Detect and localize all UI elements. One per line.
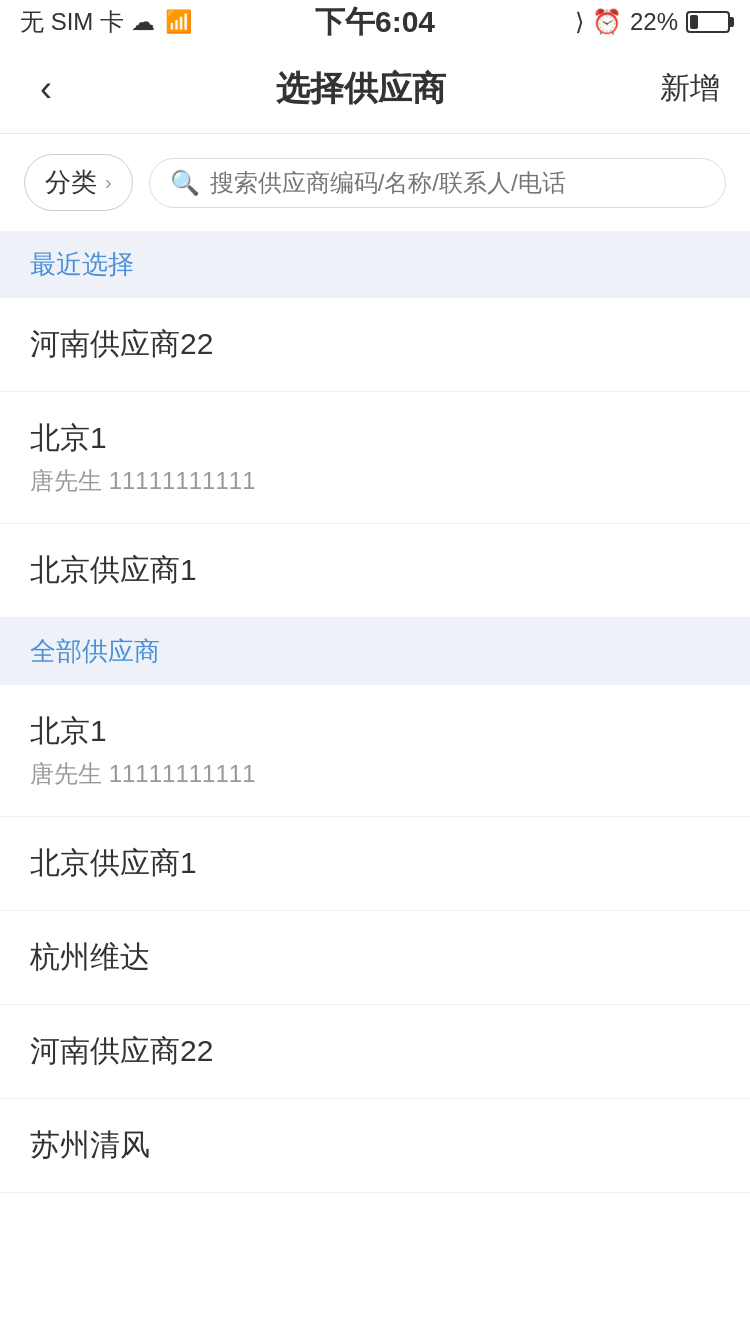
- category-button[interactable]: 分类 ›: [24, 154, 133, 211]
- wifi-icon: 📶: [165, 9, 192, 35]
- item-name: 河南供应商22: [30, 324, 720, 365]
- all-section-header: 全部供应商: [0, 618, 750, 685]
- status-bar-time: 下午6:04: [315, 2, 435, 43]
- battery-percentage: 22%: [630, 8, 678, 36]
- back-button[interactable]: ‹: [30, 58, 62, 120]
- search-box[interactable]: 🔍: [149, 158, 726, 208]
- status-bar-right: ⟩ ⏰ 22%: [575, 8, 730, 36]
- item-name: 杭州维达: [30, 937, 720, 978]
- status-bar-left: 无 SIM 卡 ☁ 📶: [20, 6, 192, 38]
- list-item[interactable]: 杭州维达: [0, 911, 750, 1005]
- item-sub: 唐先生 11111111111: [30, 465, 720, 497]
- item-name: 北京1: [30, 418, 720, 459]
- page-title: 选择供应商: [276, 66, 446, 112]
- all-list: 北京1 唐先生 11111111111 北京供应商1 杭州维达河南供应商22 苏州清风: [0, 685, 750, 1193]
- list-item[interactable]: 北京供应商1: [0, 817, 750, 911]
- alarm-icon: ⏰: [592, 8, 622, 36]
- category-label: 分类: [45, 165, 97, 200]
- item-sub: 唐先生 11111111111: [30, 758, 720, 790]
- chevron-right-icon: ›: [105, 171, 112, 194]
- sim-status: 无 SIM 卡 ☁: [20, 6, 155, 38]
- location-icon: ⟩: [575, 8, 584, 36]
- search-icon: 🔍: [170, 169, 200, 197]
- search-input[interactable]: [210, 169, 705, 197]
- list-item[interactable]: 河南供应商22: [0, 298, 750, 392]
- list-item[interactable]: 河南供应商22: [0, 1005, 750, 1099]
- item-name: 河南供应商22: [30, 1031, 720, 1072]
- add-button[interactable]: 新增: [660, 68, 720, 109]
- item-name: 北京供应商1: [30, 843, 720, 884]
- item-name: 苏州清风: [30, 1125, 720, 1166]
- recent-section-header: 最近选择: [0, 231, 750, 298]
- nav-bar: ‹ 选择供应商 新增: [0, 44, 750, 134]
- list-item[interactable]: 苏州清风: [0, 1099, 750, 1193]
- item-name: 北京1: [30, 711, 720, 752]
- list-item[interactable]: 北京1 唐先生 11111111111: [0, 685, 750, 817]
- battery-icon: [686, 11, 730, 33]
- status-bar: 无 SIM 卡 ☁ 📶 下午6:04 ⟩ ⏰ 22%: [0, 0, 750, 44]
- item-name: 北京供应商1: [30, 550, 720, 591]
- list-item[interactable]: 北京供应商1: [0, 524, 750, 618]
- list-item[interactable]: 北京1 唐先生 11111111111: [0, 392, 750, 524]
- filter-bar: 分类 › 🔍: [0, 134, 750, 231]
- recent-list: 河南供应商22 北京1 唐先生 11111111111 北京供应商1: [0, 298, 750, 618]
